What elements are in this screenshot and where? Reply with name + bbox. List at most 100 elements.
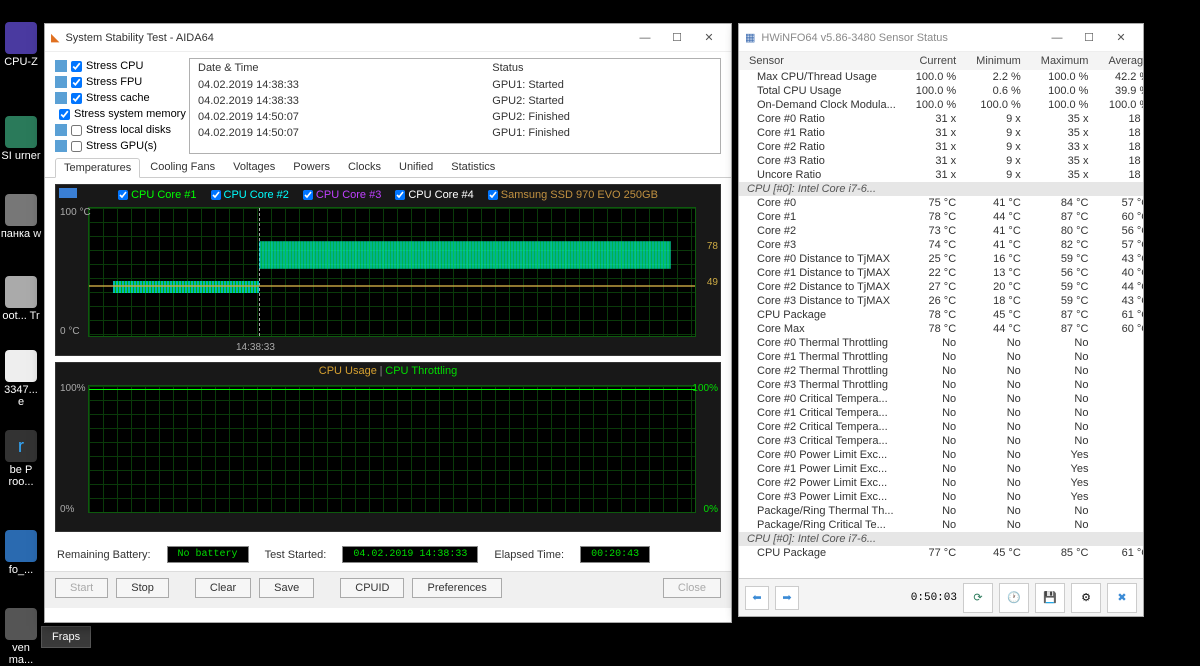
- sensor-row[interactable]: Core #1 Ratio31 x9 x35 x18 x: [739, 126, 1143, 140]
- save-icon[interactable]: 💾: [1035, 583, 1065, 613]
- log-row[interactable]: 04.02.2019 14:50:07GPU2: Finished: [190, 109, 720, 125]
- sensor-table-scroll[interactable]: SensorCurrentMinimumMaximumAverage Max C…: [739, 52, 1143, 578]
- section-header: CPU [#0]: Intel Core i7-6...: [739, 182, 1143, 196]
- tab-powers[interactable]: Powers: [285, 158, 338, 177]
- sensor-row[interactable]: Core #2 Critical Tempera...NoNoNo: [739, 420, 1143, 434]
- titlebar[interactable]: ◣ System Stability Test - AIDA64 — ☐ ✕: [45, 24, 731, 52]
- desktop-icon[interactable]: fo_...: [0, 530, 42, 576]
- legend-item[interactable]: Samsung SSD 970 EVO 250GB: [488, 189, 658, 201]
- desktop-icon[interactable]: ven ma...: [0, 608, 42, 666]
- sensor-row[interactable]: Core #3 Thermal ThrottlingNoNoNo: [739, 378, 1143, 392]
- col-header[interactable]: Average: [1098, 52, 1143, 70]
- col-header[interactable]: Current: [906, 52, 966, 70]
- section-header: CPU [#0]: Intel Core i7-6...: [739, 532, 1143, 546]
- preferences-button[interactable]: Preferences: [412, 578, 501, 598]
- sensor-row[interactable]: Uncore Ratio31 x9 x35 x18 x: [739, 168, 1143, 182]
- axis-label: 100 °C: [60, 207, 91, 218]
- sensor-row[interactable]: Core #178 °C44 °C87 °C60 °C: [739, 210, 1143, 224]
- sensor-row[interactable]: CPU Package77 °C45 °C85 °C61 °C: [739, 546, 1143, 560]
- col-header[interactable]: Sensor: [739, 52, 906, 70]
- save-button[interactable]: Save: [259, 578, 314, 598]
- sensor-row[interactable]: Core Max78 °C44 °C87 °C60 °C: [739, 322, 1143, 336]
- next-button[interactable]: ➡: [775, 586, 799, 610]
- col-header[interactable]: Minimum: [966, 52, 1031, 70]
- sensor-row[interactable]: On-Demand Clock Modula...100.0 %100.0 %1…: [739, 98, 1143, 112]
- sensor-row[interactable]: Core #3 Critical Tempera...NoNoNo: [739, 434, 1143, 448]
- clock-icon[interactable]: 🕐: [999, 583, 1029, 613]
- stress-option[interactable]: Stress CPU: [55, 58, 185, 74]
- sensor-row[interactable]: Core #3 Power Limit Exc...NoNoYes: [739, 490, 1143, 504]
- stress-option[interactable]: Stress cache: [55, 90, 185, 106]
- stress-options: Stress CPUStress FPUStress cacheStress s…: [55, 58, 185, 154]
- col-header[interactable]: Maximum: [1031, 52, 1099, 70]
- desktop-icon[interactable]: 3347... e: [0, 350, 42, 408]
- cpuid-button[interactable]: CPUID: [340, 578, 404, 598]
- stress-option[interactable]: Stress local disks: [55, 122, 185, 138]
- desktop-icon[interactable]: oot... Tr: [0, 276, 42, 322]
- stress-option[interactable]: Stress FPU: [55, 74, 185, 90]
- desktop-icon[interactable]: CPU-Z: [0, 22, 42, 68]
- sensor-row[interactable]: Core #0 Critical Tempera...NoNoNo: [739, 392, 1143, 406]
- desktop-icon[interactable]: SI urner: [0, 116, 42, 162]
- close-button[interactable]: ✕: [693, 28, 725, 48]
- stress-option[interactable]: Stress system memory: [55, 106, 185, 122]
- sensor-row[interactable]: Package/Ring Critical Te...NoNoNo: [739, 518, 1143, 532]
- log-row[interactable]: 04.02.2019 14:38:33GPU1: Started: [190, 77, 720, 93]
- refresh-icon[interactable]: ⟳: [963, 583, 993, 613]
- prev-button[interactable]: ⬅: [745, 586, 769, 610]
- sensor-row[interactable]: Core #0 Distance to TjMAX25 °C16 °C59 °C…: [739, 252, 1143, 266]
- tab-clocks[interactable]: Clocks: [340, 158, 389, 177]
- sensor-row[interactable]: Total CPU Usage100.0 %0.6 %100.0 %39.9 %: [739, 84, 1143, 98]
- sensor-row[interactable]: Core #374 °C41 °C82 °C57 °C: [739, 238, 1143, 252]
- sensor-row[interactable]: Core #2 Power Limit Exc...NoNoYes: [739, 476, 1143, 490]
- taskbar-app-fraps[interactable]: Fraps: [41, 626, 91, 648]
- sensor-row[interactable]: Core #1 Thermal ThrottlingNoNoNo: [739, 350, 1143, 364]
- close-button[interactable]: ✕: [1105, 28, 1137, 48]
- sensor-row[interactable]: Package/Ring Thermal Th...NoNoNo: [739, 504, 1143, 518]
- chart-label: CPU Usage: [319, 365, 377, 377]
- legend-item[interactable]: CPU Core #4: [395, 189, 473, 201]
- settings-icon[interactable]: ⚙: [1071, 583, 1101, 613]
- sensor-row[interactable]: Core #3 Distance to TjMAX26 °C18 °C59 °C…: [739, 294, 1143, 308]
- tab-statistics[interactable]: Statistics: [443, 158, 503, 177]
- maximize-button[interactable]: ☐: [1073, 28, 1105, 48]
- minimize-button[interactable]: —: [629, 28, 661, 48]
- sensor-row[interactable]: Core #075 °C41 °C84 °C57 °C: [739, 196, 1143, 210]
- titlebar[interactable]: ▦ HWiNFO64 v5.86-3480 Sensor Status — ☐ …: [739, 24, 1143, 52]
- sensor-row[interactable]: Core #3 Ratio31 x9 x35 x18 x: [739, 154, 1143, 168]
- legend-item[interactable]: CPU Core #3: [303, 189, 381, 201]
- sensor-row[interactable]: Core #2 Ratio31 x9 x33 x18 x: [739, 140, 1143, 154]
- stop-button[interactable]: Stop: [116, 578, 169, 598]
- log-row[interactable]: 04.02.2019 14:50:07GPU1: Finished: [190, 125, 720, 141]
- exit-icon[interactable]: ✖: [1107, 583, 1137, 613]
- event-log[interactable]: Date & TimeStatus 04.02.2019 14:38:33GPU…: [189, 58, 721, 154]
- legend-item[interactable]: CPU Core #2: [211, 189, 289, 201]
- sensor-row[interactable]: Core #1 Distance to TjMAX22 °C13 °C56 °C…: [739, 266, 1143, 280]
- sensor-row[interactable]: CPU Package78 °C45 °C87 °C61 °C: [739, 308, 1143, 322]
- sensor-row[interactable]: Core #1 Power Limit Exc...NoNoYes: [739, 462, 1143, 476]
- axis-label: 0 °C: [60, 326, 80, 337]
- col-status: Status: [484, 59, 720, 77]
- sensor-row[interactable]: Core #0 Power Limit Exc...NoNoYes: [739, 448, 1143, 462]
- sensor-row[interactable]: Max CPU/Thread Usage100.0 %2.2 %100.0 %4…: [739, 70, 1143, 84]
- log-row[interactable]: 04.02.2019 14:38:33GPU2: Started: [190, 93, 720, 109]
- stress-option[interactable]: Stress GPU(s): [55, 138, 185, 154]
- sensor-row[interactable]: Core #2 Distance to TjMAX27 °C20 °C59 °C…: [739, 280, 1143, 294]
- sensor-row[interactable]: Core #2 Thermal ThrottlingNoNoNo: [739, 364, 1143, 378]
- cpu-usage-chart: CPU Usage | CPU Throttling 100% 0% 100% …: [55, 362, 721, 532]
- tab-cooling-fans[interactable]: Cooling Fans: [142, 158, 223, 177]
- sensor-row[interactable]: Core #0 Ratio31 x9 x35 x18 x: [739, 112, 1143, 126]
- legend-item[interactable]: CPU Core #1: [118, 189, 196, 201]
- maximize-button[interactable]: ☐: [661, 28, 693, 48]
- sensor-row[interactable]: Core #1 Critical Tempera...NoNoNo: [739, 406, 1143, 420]
- desktop-icon[interactable]: панка w: [0, 194, 42, 240]
- minimize-button[interactable]: —: [1041, 28, 1073, 48]
- hwinfo-window: ▦ HWiNFO64 v5.86-3480 Sensor Status — ☐ …: [738, 23, 1144, 617]
- sensor-row[interactable]: Core #0 Thermal ThrottlingNoNoNo: [739, 336, 1143, 350]
- desktop-icon[interactable]: rbe P roo...: [0, 430, 42, 488]
- clear-button[interactable]: Clear: [195, 578, 251, 598]
- tab-temperatures[interactable]: Temperatures: [55, 158, 140, 178]
- tab-unified[interactable]: Unified: [391, 158, 441, 177]
- sensor-row[interactable]: Core #273 °C41 °C80 °C56 °C: [739, 224, 1143, 238]
- tab-voltages[interactable]: Voltages: [225, 158, 283, 177]
